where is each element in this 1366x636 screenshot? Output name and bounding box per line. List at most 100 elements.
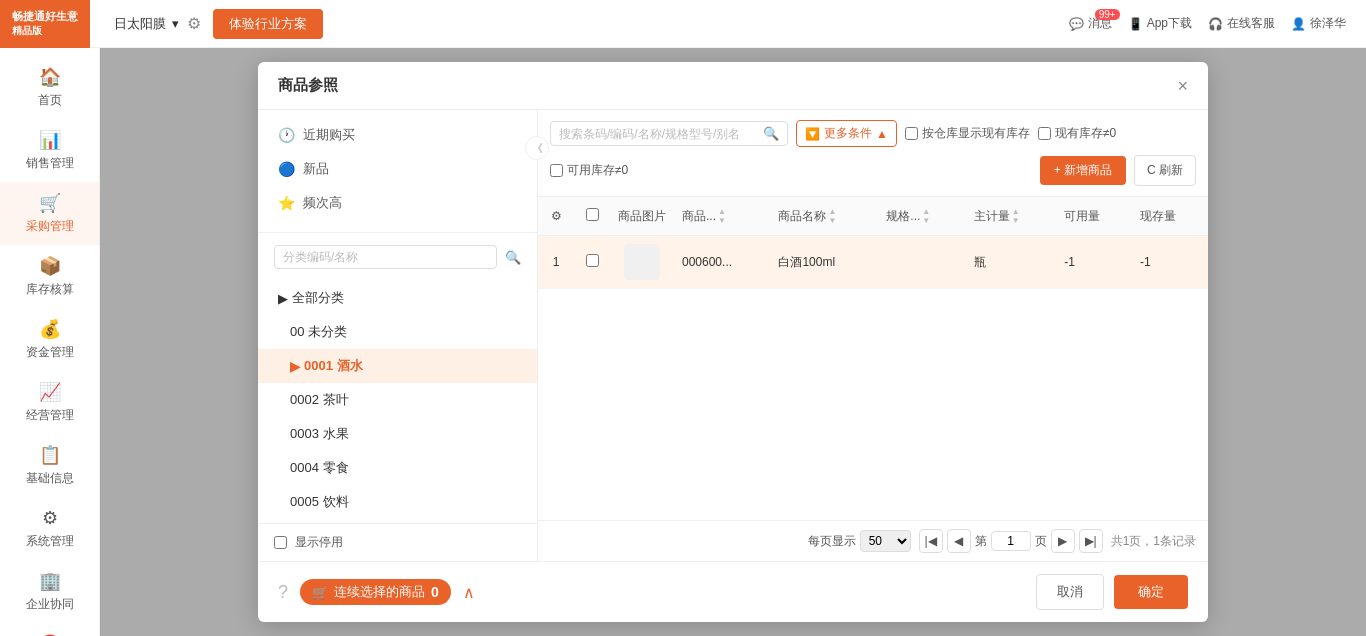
row-checkbox[interactable]: [586, 254, 599, 267]
show-disabled-checkbox[interactable]: [274, 536, 287, 549]
help-icon[interactable]: ?: [278, 582, 288, 603]
user-item[interactable]: 👤 徐泽华: [1291, 15, 1346, 32]
main-layout: 🏠 首页 📊 销售管理 🛒 采购管理 📦 库存核算 💰 资金管理 📈 经营管理 …: [0, 48, 1366, 636]
basic-icon: 📋: [39, 444, 61, 466]
gear-icon[interactable]: ⚙: [187, 14, 201, 33]
product-table: ⚙ 商品图片 商品... ▲▼: [538, 197, 1208, 289]
sidebar-item-finance[interactable]: 💰 资金管理: [0, 308, 99, 371]
sidebar-item-finance-label: 资金管理: [26, 344, 74, 361]
category-item-0004[interactable]: 0004 零食: [258, 451, 537, 485]
sidebar-item-operations[interactable]: 📈 经营管理: [0, 371, 99, 434]
th-name[interactable]: 商品名称 ▲▼: [770, 197, 878, 236]
headset-icon: 🎧: [1208, 17, 1223, 31]
category-0001-label: 0001 酒水: [304, 357, 363, 375]
select-all-checkbox[interactable]: [586, 208, 599, 221]
messages-item[interactable]: 💬 消息 99+: [1069, 15, 1112, 32]
page-size-select[interactable]: 50 10 20 100: [860, 530, 911, 552]
search-icon[interactable]: 🔍: [505, 250, 521, 265]
th-spec[interactable]: 规格... ▲▼: [878, 197, 965, 236]
last-page-button[interactable]: ▶|: [1079, 529, 1103, 553]
category-item-all[interactable]: ▶ 全部分类: [258, 281, 537, 315]
table-row[interactable]: 1 000600... 白酒100ml 瓶: [538, 236, 1208, 289]
next-page-button[interactable]: ▶: [1051, 529, 1075, 553]
cart-label: 连续选择的商品: [334, 583, 425, 601]
avatar-icon: 👤: [1291, 17, 1306, 31]
sidebar: 🏠 首页 📊 销售管理 🛒 采购管理 📦 库存核算 💰 资金管理 📈 经营管理 …: [0, 48, 100, 636]
category-item-0002[interactable]: 0002 茶叶: [258, 383, 537, 417]
product-search-input[interactable]: [559, 127, 759, 141]
inventory-icon: 📦: [39, 255, 61, 277]
available-checkbox-text: 可用库存≠0: [567, 162, 628, 179]
content-area: 商品参照 × 🕐 近期购买 🔵: [100, 48, 1366, 636]
th-checkbox[interactable]: [574, 197, 610, 236]
first-page-button[interactable]: |◀: [919, 529, 943, 553]
add-product-button[interactable]: + 新增商品: [1040, 156, 1126, 185]
left-panel-tabs: 🕐 近期购买 🔵 新品 ⭐ 频次高: [258, 110, 537, 228]
sidebar-item-basic-label: 基础信息: [26, 470, 74, 487]
warehouse-checkbox[interactable]: [905, 127, 918, 140]
show-disabled-label: 显示停用: [295, 534, 343, 551]
right-panel-toolbar: 🔍 🔽 更多条件 ▲ 按仓库显示现有库存: [538, 110, 1208, 197]
category-item-00[interactable]: 00 未分类: [258, 315, 537, 349]
sales-icon: 📊: [39, 129, 61, 151]
chevron-up-icon: ▲: [876, 127, 888, 141]
warehouse-checkbox-label[interactable]: 按仓库显示现有库存: [905, 125, 1030, 142]
stock-checkbox-label[interactable]: 现有库存≠0: [1038, 125, 1116, 142]
category-item-0003[interactable]: 0003 水果: [258, 417, 537, 451]
app-download-item[interactable]: 📱 App下载: [1128, 15, 1192, 32]
cancel-button[interactable]: 取消: [1036, 574, 1104, 610]
pagination: 每页显示 50 10 20 100 |◀ ◀: [538, 520, 1208, 561]
stock-checkbox[interactable]: [1038, 127, 1051, 140]
category-item-0001[interactable]: ▶ 0001 酒水: [258, 349, 537, 383]
th-settings[interactable]: ⚙: [538, 197, 574, 236]
logo-line2: 精品版: [12, 24, 78, 38]
category-item-0005[interactable]: 0005 饮料: [258, 485, 537, 519]
left-panel: 🕐 近期购买 🔵 新品 ⭐ 频次高: [258, 110, 538, 561]
prev-page-button[interactable]: ◀: [947, 529, 971, 553]
online-service-item[interactable]: 🎧 在线客服: [1208, 15, 1275, 32]
sidebar-item-system-label: 系统管理: [26, 533, 74, 550]
cell-name: 白酒100ml: [770, 236, 878, 289]
page-number-input[interactable]: [991, 531, 1031, 551]
sidebar-item-system[interactable]: ⚙ 系统管理: [0, 497, 99, 560]
th-code[interactable]: 商品... ▲▼: [674, 197, 770, 236]
available-checkbox[interactable]: [550, 164, 563, 177]
more-filters-button[interactable]: 🔽 更多条件 ▲: [796, 120, 897, 147]
page-navigation: |◀ ◀ 第 页 ▶ ▶|: [919, 529, 1103, 553]
right-panel: 🔍 🔽 更多条件 ▲ 按仓库显示现有库存: [538, 110, 1208, 561]
sidebar-item-enterprise[interactable]: 🏢 企业协同: [0, 560, 99, 623]
sidebar-item-purchase[interactable]: 🛒 采购管理: [0, 182, 99, 245]
modal-footer: ? 🛒 连续选择的商品 0 ∧ 取消 确定: [258, 561, 1208, 622]
search-icon[interactable]: 🔍: [763, 126, 779, 141]
new-icon: 🔵: [278, 161, 295, 177]
category-search-input[interactable]: [274, 245, 497, 269]
sidebar-item-basic[interactable]: 📋 基础信息: [0, 434, 99, 497]
tab-frequent[interactable]: ⭐ 频次高: [258, 186, 537, 220]
try-industry-button[interactable]: 体验行业方案: [213, 9, 323, 39]
modal-title: 商品参照: [278, 76, 338, 95]
cell-checkbox[interactable]: [574, 236, 610, 289]
tab-new[interactable]: 🔵 新品: [258, 152, 537, 186]
available-checkbox-label[interactable]: 可用库存≠0: [550, 162, 628, 179]
refresh-button[interactable]: C 刷新: [1134, 155, 1196, 186]
th-unit[interactable]: 主计量 ▲▼: [966, 197, 1056, 236]
sidebar-item-inventory[interactable]: 📦 库存核算: [0, 245, 99, 308]
sidebar-item-home[interactable]: 🏠 首页: [0, 56, 99, 119]
sidebar-item-sales[interactable]: 📊 销售管理: [0, 119, 99, 182]
modal-close-button[interactable]: ×: [1177, 77, 1188, 95]
footer-collapse-button[interactable]: ∧: [463, 583, 475, 602]
page-size-selector: 每页显示 50 10 20 100: [808, 530, 911, 552]
confirm-button[interactable]: 确定: [1114, 575, 1188, 609]
navbar-center: 日太阳膜 ▾ ⚙ 体验行业方案: [90, 9, 1069, 39]
table-header-row: ⚙ 商品图片 商品... ▲▼: [538, 197, 1208, 236]
left-panel-footer: 显示停用: [258, 523, 537, 561]
sidebar-item-guide[interactable]: 🎯 新手引导: [0, 623, 99, 636]
enterprise-icon: 🏢: [39, 570, 61, 592]
panel-collapse-button[interactable]: 《: [525, 136, 549, 160]
brand-selector[interactable]: 日太阳膜 ▾: [106, 11, 187, 37]
tab-recent[interactable]: 🕐 近期购买: [258, 118, 537, 152]
category-all-label: 全部分类: [292, 289, 344, 307]
message-icon: 💬: [1069, 17, 1084, 31]
cell-spec: [878, 236, 965, 289]
sidebar-item-enterprise-label: 企业协同: [26, 596, 74, 613]
